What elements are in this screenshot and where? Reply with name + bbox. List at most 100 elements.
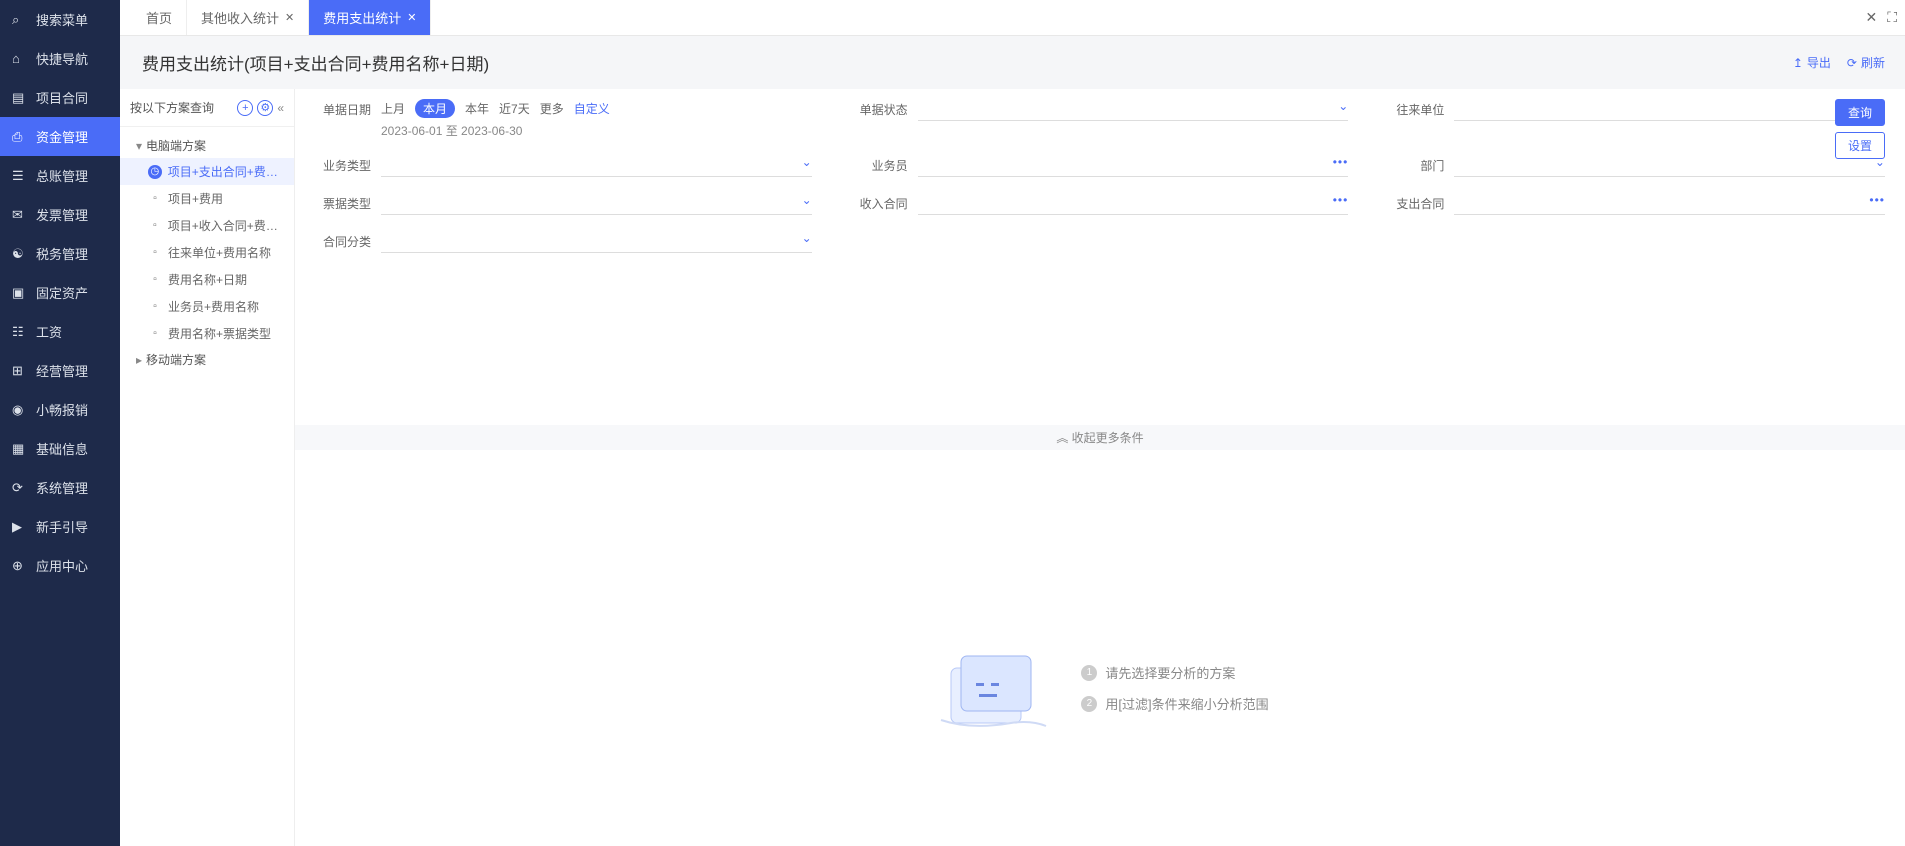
export-button[interactable]: ↥ 导出 (1793, 54, 1831, 71)
scheme-item-0-0[interactable]: ◷ 项目+支出合同+费用... (120, 158, 294, 185)
add-scheme-button[interactable]: + (237, 100, 253, 116)
tab-close-all-icon[interactable]: ✕ (1865, 9, 1877, 26)
scheme-settings-button[interactable]: ⚙ (257, 100, 273, 116)
chart-icon: ▫ (148, 273, 162, 287)
filters-panel: 单据日期 上月本月本年近7天更多自定义 2023-06-01 至 2023-06… (295, 89, 1905, 415)
sidebar-item-label: 项目合同 (36, 88, 88, 107)
scheme-item-label: 费用名称+日期 (168, 271, 247, 288)
filter-status[interactable]: 单据状态 ⌄ (852, 99, 1349, 139)
close-icon[interactable]: ✕ (285, 11, 294, 24)
scheme-item-label: 项目+收入合同+费用... (168, 217, 286, 234)
filter-date: 单据日期 上月本月本年近7天更多自定义 2023-06-01 至 2023-06… (315, 99, 812, 139)
scheme-item-0-4[interactable]: ▫ 费用名称+日期 (120, 266, 294, 293)
scheme-title: 按以下方案查询 (130, 99, 214, 116)
sidebar-item-3[interactable]: ⎙资金管理 (0, 117, 120, 156)
chevron-down-icon: ⌄ (1338, 99, 1348, 113)
scheme-group-1[interactable]: ▸移动端方案 (120, 347, 294, 372)
asset-icon: ▣ (12, 285, 28, 301)
date-shortcut-4[interactable]: 更多 (540, 100, 564, 117)
date-shortcut-5[interactable]: 自定义 (574, 100, 610, 117)
date-shortcut-1[interactable]: 本月 (415, 99, 455, 118)
collapse-filters-button[interactable]: ︽ 收起更多条件 (295, 425, 1905, 450)
sidebar-item-13[interactable]: ▶新手引导 (0, 507, 120, 546)
sidebar-item-12[interactable]: ⟳系统管理 (0, 468, 120, 507)
filter-biztype[interactable]: 业务类型 ⌄ (315, 155, 812, 177)
filter-billtype[interactable]: 票据类型 ⌄ (315, 193, 812, 215)
filter-contract-cat[interactable]: 合同分类 ⌄ (315, 231, 812, 253)
caret-icon: ▸ (136, 353, 146, 367)
biz-icon: ⊞ (12, 363, 28, 379)
sidebar-item-label: 小畅报销 (36, 400, 88, 419)
apps-icon: ⊕ (12, 558, 28, 574)
filter-income-contract[interactable]: 收入合同 ••• (852, 193, 1349, 215)
scheme-item-label: 项目+支出合同+费用... (168, 163, 286, 180)
content-header: 费用支出统计(项目+支出合同+费用名称+日期) ↥ 导出 ⟳ 刷新 (120, 36, 1905, 89)
chevron-up-icon: ︽ (1056, 431, 1068, 445)
caret-icon: ▾ (136, 139, 146, 153)
close-icon[interactable]: ✕ (407, 11, 416, 24)
sidebar-item-label: 工资 (36, 322, 62, 341)
scheme-item-0-2[interactable]: ▫项目+收入合同+费用... (120, 212, 294, 239)
sidebar-item-2[interactable]: ▤ 项目合同 (0, 78, 120, 117)
sidebar-item-14[interactable]: ⊕应用中心 (0, 546, 120, 585)
tab-2[interactable]: 费用支出统计 ✕ (309, 0, 431, 35)
layout-icon: ▫ (148, 300, 162, 314)
empty-illustration-icon (931, 638, 1051, 738)
clock-icon: ◷ (148, 165, 162, 179)
sidebar: ⌕搜索菜单⌂快捷导航 ▤ 项目合同 ⎙资金管理☰总账管理✉发票管理☯税务管理▣固定资产… (0, 0, 120, 846)
tab-label: 其他收入统计 (201, 8, 279, 27)
sidebar-item-11[interactable]: ▦基础信息 (0, 429, 120, 468)
page-title: 费用支出统计(项目+支出合同+费用名称+日期) (142, 50, 489, 75)
date-shortcut-3[interactable]: 近7天 (499, 100, 530, 117)
sidebar-item-9[interactable]: ⊞经营管理 (0, 351, 120, 390)
settings-button[interactable]: 设置 (1835, 132, 1885, 159)
scheme-item-label: 业务员+费用名称 (168, 298, 259, 315)
sidebar-item-0[interactable]: ⌕搜索菜单 (0, 0, 120, 39)
sidebar-item-8[interactable]: ☷工资 (0, 312, 120, 351)
sidebar-item-label: 搜索菜单 (36, 10, 88, 29)
contract-icon: ▤ (12, 90, 28, 106)
guide-icon: ▶ (12, 519, 28, 535)
refresh-button[interactable]: ⟳ 刷新 (1847, 54, 1885, 71)
tab-label: 首页 (146, 8, 172, 27)
more-icon: ••• (1333, 155, 1349, 169)
step-number-icon: 2 (1081, 696, 1097, 712)
sidebar-item-6[interactable]: ☯税务管理 (0, 234, 120, 273)
fullscreen-icon[interactable]: ⛶ (1887, 9, 1897, 26)
collapse-panel-icon[interactable]: « (277, 101, 284, 115)
sidebar-item-5[interactable]: ✉发票管理 (0, 195, 120, 234)
export-icon: ↥ (1793, 56, 1803, 70)
chevron-down-icon: ⌄ (802, 231, 812, 245)
empty-step-1: 1 请先选择要分析的方案 (1081, 663, 1268, 682)
reimburse-icon: ◉ (12, 402, 28, 418)
date-shortcut-2[interactable]: 本年 (465, 100, 489, 117)
home-icon: ⌂ (12, 51, 28, 67)
search-button[interactable]: 查询 (1835, 99, 1885, 126)
sidebar-item-label: 总账管理 (36, 166, 88, 185)
scheme-group-0[interactable]: ▾电脑端方案 (120, 133, 294, 158)
tab-label: 费用支出统计 (323, 8, 401, 27)
chevron-down-icon: ⌄ (802, 155, 812, 169)
info-icon: ▦ (12, 441, 28, 457)
filter-salesman[interactable]: 业务员 ••• (852, 155, 1349, 177)
date-shortcut-0[interactable]: 上月 (381, 100, 405, 117)
filter-dept[interactable]: 部门 ⌄ (1388, 155, 1885, 177)
sidebar-item-1[interactable]: ⌂快捷导航 (0, 39, 120, 78)
sidebar-item-7[interactable]: ▣固定资产 (0, 273, 120, 312)
filter-expense-contract[interactable]: 支出合同 ••• (1388, 193, 1885, 215)
sidebar-item-label: 发票管理 (36, 205, 88, 224)
refresh-icon: ⟳ (1847, 56, 1857, 70)
scheme-item-0-6[interactable]: ▫费用名称+票据类型 (120, 320, 294, 347)
tab-0[interactable]: 首页 (132, 0, 187, 35)
empty-step-2: 2 用[过滤]条件来缩小分析范围 (1081, 694, 1268, 713)
tax-icon: ☯ (12, 246, 28, 262)
sidebar-item-4[interactable]: ☰总账管理 (0, 156, 120, 195)
scheme-item-0-5[interactable]: ▫ 业务员+费用名称 (120, 293, 294, 320)
scheme-item-0-1[interactable]: ▫项目+费用 (120, 185, 294, 212)
right-panel: 单据日期 上月本月本年近7天更多自定义 2023-06-01 至 2023-06… (295, 89, 1905, 846)
filter-party[interactable]: 往来单位 ••• (1388, 99, 1885, 139)
scheme-item-0-3[interactable]: ▫往来单位+费用名称 (120, 239, 294, 266)
sidebar-item-10[interactable]: ◉ 小畅报销 (0, 390, 120, 429)
tab-1[interactable]: 其他收入统计 ✕ (187, 0, 309, 35)
grid-icon: ▫ (148, 246, 162, 260)
